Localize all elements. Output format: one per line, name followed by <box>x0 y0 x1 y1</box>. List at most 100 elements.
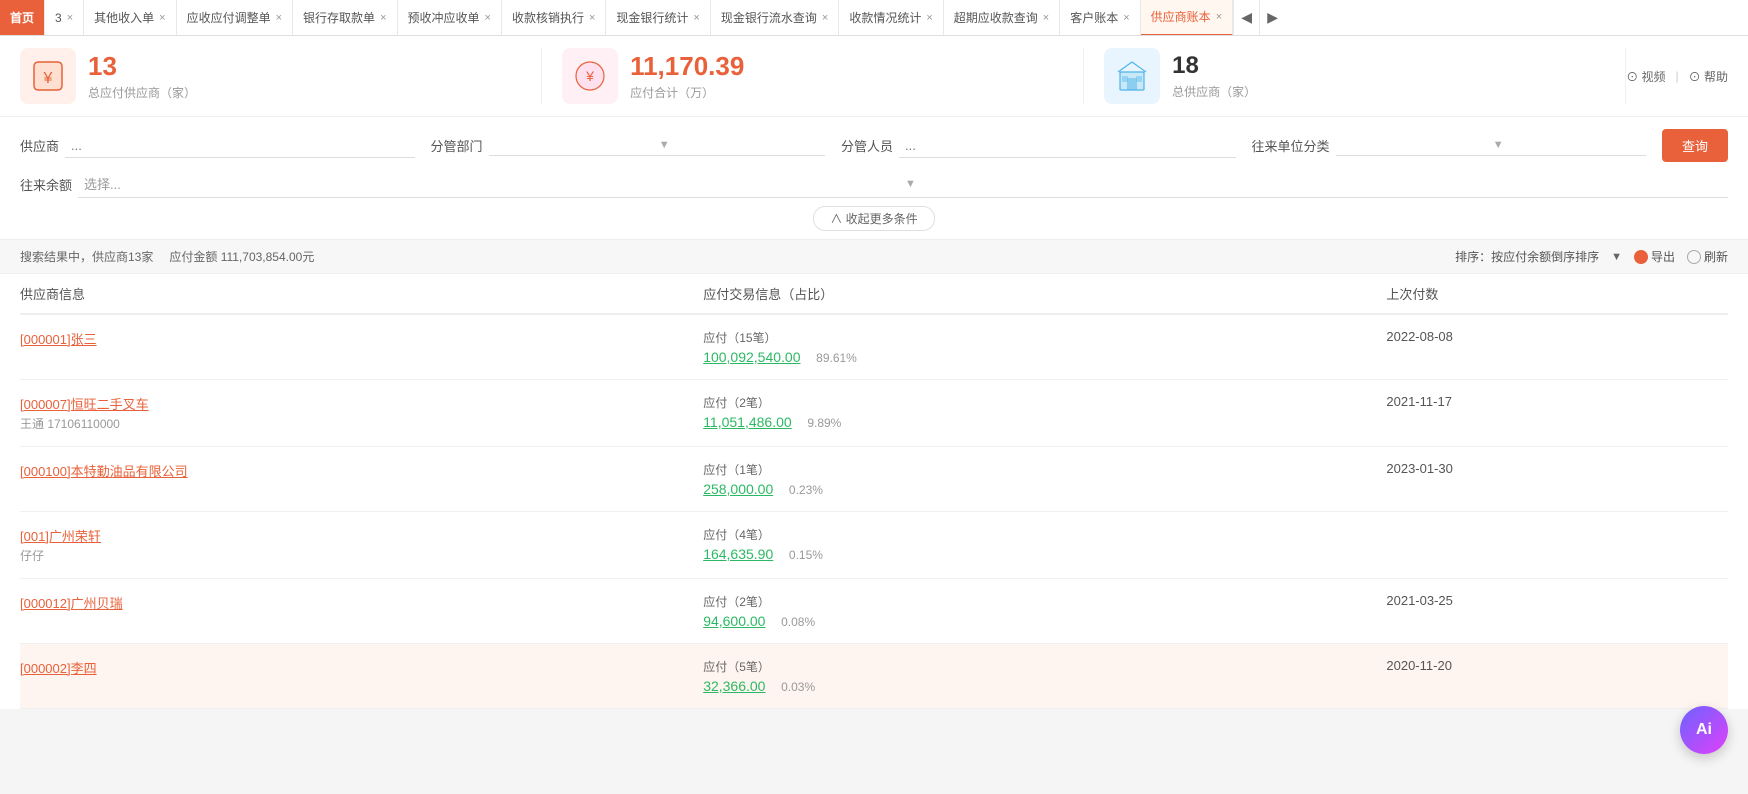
nav-tab-overdue[interactable]: 超期应收款查询 × <box>944 0 1060 36</box>
close-icon[interactable]: × <box>926 12 932 24</box>
supplier-name-link[interactable]: [000002]李四 <box>20 658 703 677</box>
video-link[interactable]: ⊙ 视频 <box>1626 68 1665 85</box>
close-icon[interactable]: × <box>822 12 828 24</box>
collapse-button[interactable]: ∧ 收起更多条件 <box>813 206 934 231</box>
result-supplier-count: 搜索结果中，供应商13家 <box>20 248 153 265</box>
supplier-name-link[interactable]: [000001]张三 <box>20 329 703 348</box>
nav-next-button[interactable]: ▶ <box>1259 0 1285 36</box>
nav-tab-customer-account-label: 客户账本 <box>1070 9 1118 26</box>
svg-text:¥: ¥ <box>585 68 594 84</box>
nav-tab-advance[interactable]: 预收冲应收单 × <box>398 0 502 36</box>
filter-row-1: 供应商 分管部门 ▼ 分管人员 往来单位分类 ▼ 查询 <box>20 129 1728 162</box>
filter-balance: 往来余额 选择... ▼ <box>20 170 1728 198</box>
close-icon[interactable]: × <box>380 12 386 24</box>
person-filter-label: 分管人员 <box>841 136 893 155</box>
nav-tab-supplier-account[interactable]: 供应商账本 × <box>1141 0 1233 36</box>
stat-amount-number: 11,170.39 <box>630 51 744 82</box>
nav-prev-button[interactable]: ◀ <box>1233 0 1259 36</box>
top-navigation: 首页 3 × 其他收入单 × 应收应付调整单 × 银行存取款单 × 预收冲应收单… <box>0 0 1748 36</box>
balance-filter-label: 往来余额 <box>20 175 72 194</box>
tx-percent: 89.61% <box>816 351 857 365</box>
supplier-name-link[interactable]: [000100]本特勤油品有限公司 <box>20 461 703 480</box>
close-icon[interactable]: × <box>159 12 165 24</box>
tx-amount-link[interactable]: 100,092,540.00 <box>703 349 800 365</box>
svg-text:¥: ¥ <box>43 70 53 87</box>
nav-tab-bank-deposit-label: 银行存取款单 <box>303 9 375 26</box>
tx-amount-link[interactable]: 32,366.00 <box>703 678 765 694</box>
close-icon[interactable]: × <box>485 12 491 24</box>
collapse-row: ∧ 收起更多条件 <box>20 206 1728 231</box>
table-row: [000002]李四 应付（5笔） 32,366.00 0.03% 2020-1… <box>20 644 1728 709</box>
supplier-name-link[interactable]: [000012]广州贝瑞 <box>20 593 703 612</box>
tx-percent: 9.89% <box>807 416 841 430</box>
category-filter-label: 往来单位分类 <box>1252 136 1330 155</box>
ai-assistant-button[interactable]: Ai <box>1680 706 1728 754</box>
nav-tab-collection[interactable]: 收款核销执行 × <box>502 0 606 36</box>
top-right-links: ⊙ 视频 | ⊙ 帮助 <box>1626 68 1728 85</box>
tx-amount-link[interactable]: 94,600.00 <box>703 613 765 629</box>
nav-tab-bank-deposit[interactable]: 银行存取款单 × <box>293 0 397 36</box>
supplier-filter-input[interactable] <box>65 134 414 158</box>
nav-tab-3[interactable]: 3 × <box>45 0 84 36</box>
ai-label: Ai <box>1696 721 1712 739</box>
dept-filter-dropdown[interactable]: ▼ <box>489 135 825 156</box>
tx-percent: 0.08% <box>781 615 815 629</box>
stats-bar: ¥ 13 总应付供应商（家） ¥ 11,170.39 应付合计（万） <box>0 36 1748 117</box>
sort-label[interactable]: 排序：按应付余额倒序排序 <box>1455 248 1599 265</box>
nav-tab-supplier-account-label: 供应商账本 <box>1151 8 1211 25</box>
tx-cell: 应付（1笔） 258,000.00 0.23% <box>703 461 1386 497</box>
category-filter-dropdown[interactable]: ▼ <box>1336 135 1646 156</box>
stat-total-payable-number: 13 <box>88 51 196 82</box>
supplier-icon: ¥ <box>20 48 76 104</box>
dept-filter-label: 分管部门 <box>431 136 483 155</box>
search-button[interactable]: 查询 <box>1662 129 1728 162</box>
tx-label: 应付（2笔） <box>703 394 1386 411</box>
chevron-down-icon: ▼ <box>1611 251 1622 263</box>
export-button[interactable]: 导出 <box>1634 248 1675 265</box>
supplier-cell: [000001]张三 <box>20 329 703 348</box>
supplier-name-link[interactable]: [001]广州荣轩 <box>20 526 703 545</box>
close-icon[interactable]: × <box>693 12 699 24</box>
nav-tab-cash-flow[interactable]: 现金银行流水查询 × <box>711 0 839 36</box>
header-supplier-info: 供应商信息 <box>20 284 703 303</box>
stat-suppliers-number: 18 <box>1172 52 1256 81</box>
nav-tab-other-income[interactable]: 其他收入单 × <box>84 0 176 36</box>
export-icon <box>1634 250 1648 264</box>
nav-tab-customer-account[interactable]: 客户账本 × <box>1060 0 1140 36</box>
last-pay: 2023-01-30 <box>1386 461 1728 476</box>
nav-tab-cash-bank-stat[interactable]: 现金银行统计 × <box>606 0 710 36</box>
nav-tab-home[interactable]: 首页 <box>0 0 45 36</box>
nav-tab-adjustment[interactable]: 应收应付调整单 × <box>177 0 293 36</box>
tx-percent: 0.23% <box>789 483 823 497</box>
supplier-filter-label: 供应商 <box>20 136 59 155</box>
person-filter-input[interactable] <box>899 134 1235 158</box>
table-row: [000100]本特勤油品有限公司 应付（1笔） 258,000.00 0.23… <box>20 447 1728 512</box>
refresh-button[interactable]: 刷新 <box>1687 248 1728 265</box>
help-link[interactable]: ⊙ 帮助 <box>1689 68 1728 85</box>
supplier-sub: 王通 17106110000 <box>20 415 703 432</box>
tx-amount-link[interactable]: 11,051,486.00 <box>703 414 792 430</box>
main-table: 供应商信息 应付交易信息（占比） 上次付数 [000001]张三 应付（15笔）… <box>0 274 1748 709</box>
balance-filter-dropdown[interactable]: 选择... ▼ <box>78 170 1728 198</box>
nav-tab-advance-label: 预收冲应收单 <box>408 9 480 26</box>
close-icon[interactable]: × <box>1216 11 1222 23</box>
stat-suppliers-label: 总供应商（家） <box>1172 83 1256 100</box>
supplier-cell: [000002]李四 <box>20 658 703 677</box>
store-icon <box>1104 48 1160 104</box>
last-pay: 2021-03-25 <box>1386 593 1728 608</box>
nav-tab-payment-stat[interactable]: 收款情况统计 × <box>839 0 943 36</box>
close-icon[interactable]: × <box>1123 12 1129 24</box>
supplier-sub: 仔仔 <box>20 547 703 564</box>
table-row: [000012]广州贝瑞 应付（2笔） 94,600.00 0.08% 2021… <box>20 579 1728 644</box>
close-icon[interactable]: × <box>589 12 595 24</box>
nav-tab-payment-stat-label: 收款情况统计 <box>849 9 921 26</box>
tx-amount-link[interactable]: 258,000.00 <box>703 481 773 497</box>
tx-amount-link[interactable]: 164,635.90 <box>703 546 773 562</box>
close-icon[interactable]: × <box>1043 12 1049 24</box>
close-icon[interactable]: × <box>67 12 73 24</box>
filter-supplier: 供应商 <box>20 134 415 158</box>
filter-dept: 分管部门 ▼ <box>431 135 826 156</box>
tx-percent: 0.03% <box>781 680 815 694</box>
close-icon[interactable]: × <box>276 12 282 24</box>
supplier-name-link[interactable]: [000007]恒旺二手叉车 <box>20 394 703 413</box>
